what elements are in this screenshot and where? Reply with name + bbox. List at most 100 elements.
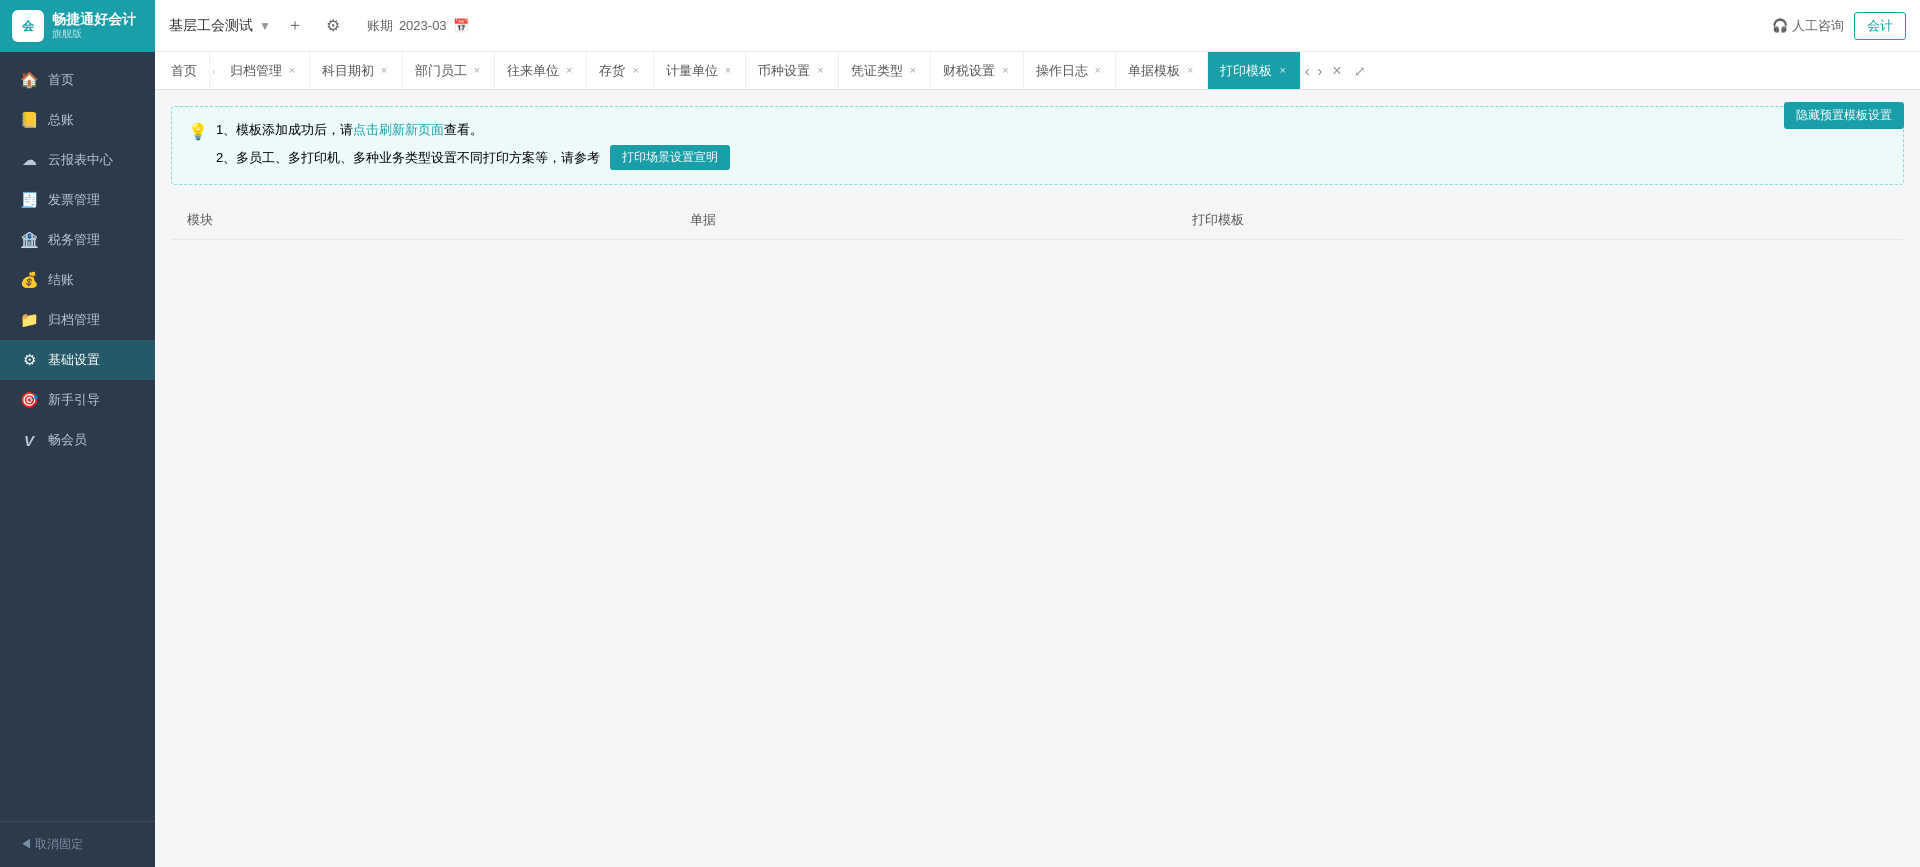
tab-label: 计量单位 (666, 62, 718, 80)
table-header-row: 模块 单据 打印模板 (171, 201, 1904, 240)
notice-line2-wrap: 2、多员工、多打印机、多种业务类型设置不同打印方案等，请参考 打印场景设置宣明 (216, 145, 730, 170)
tab-tax-settings[interactable]: 财税设置 × (931, 52, 1023, 90)
account-button[interactable]: 会计 (1854, 12, 1906, 40)
logo-area: 会 畅捷通好会计 旗舰版 (0, 0, 155, 52)
app-name: 畅捷通好会计 (52, 11, 136, 28)
customer-service-label: 人工咨询 (1792, 17, 1844, 35)
home-icon: 🏠 (20, 71, 38, 89)
tab-print-template[interactable]: 打印模板 × (1208, 52, 1300, 90)
tab-next-button[interactable]: › (1314, 52, 1327, 90)
tab-close-icon[interactable]: × (1185, 64, 1195, 77)
tab-voucher-type[interactable]: 凭证类型 × (839, 52, 931, 90)
sidebar-item-basic-settings[interactable]: ⚙ 基础设置 (0, 340, 155, 380)
tab-label: 币种设置 (758, 62, 810, 80)
tab-currency[interactable]: 币种设置 × (746, 52, 838, 90)
period-info: 账期 2023-03 📅 (367, 17, 469, 35)
content-inner: 隐藏预置模板设置 💡 1、模板添加成功后，请点击刷新新页面查看。 2、多员工、多… (155, 90, 1920, 256)
sidebar-item-archive[interactable]: 📁 归档管理 (0, 300, 155, 340)
table-head: 模块 单据 打印模板 (171, 201, 1904, 240)
tab-label: 归档管理 (230, 62, 282, 80)
sidebar-item-label: 新手引导 (48, 391, 100, 409)
tab-close-icon[interactable]: × (472, 64, 482, 77)
tab-label: 存货 (599, 62, 625, 80)
tab-close-icon[interactable]: × (287, 64, 297, 77)
sidebar-item-label: 云报表中心 (48, 151, 113, 169)
tab-unit[interactable]: 计量单位 × (654, 52, 746, 90)
tab-close-icon[interactable]: × (815, 64, 825, 77)
tab-prev-button[interactable]: ‹ (1301, 52, 1314, 90)
sidebar-item-cloud-reports[interactable]: ☁ 云报表中心 (0, 140, 155, 180)
tab-home[interactable]: 首页 (159, 52, 210, 90)
company-selector[interactable]: 基层工会测试 ▼ (169, 17, 271, 35)
company-name: 基层工会测试 (169, 17, 253, 35)
bulb-icon: 💡 (188, 122, 208, 141)
unpin-label: ◀ 取消固定 (20, 836, 83, 853)
sidebar-item-label: 首页 (48, 71, 74, 89)
hide-preview-btn[interactable]: 隐藏预置模板设置 (1784, 102, 1904, 129)
archive-icon: 📁 (20, 311, 38, 329)
tab-archive[interactable]: 归档管理 × (218, 52, 310, 90)
tab-voucher-template[interactable]: 单据模板 × (1116, 52, 1208, 90)
calendar-icon: 📅 (453, 18, 469, 33)
tab-label: 首页 (171, 62, 197, 80)
sidebar-item-label: 畅会员 (48, 431, 87, 449)
data-table: 模块 单据 打印模板 (171, 201, 1904, 240)
tab-close-icon[interactable]: × (379, 64, 389, 77)
period-label: 账期 (367, 17, 393, 35)
breadcrumb-separator: ‹ (210, 65, 218, 77)
tab-close-icon[interactable]: × (723, 64, 733, 77)
sidebar-item-label: 结账 (48, 271, 74, 289)
sidebar-item-label: 税务管理 (48, 231, 100, 249)
headset-icon: 🎧 (1772, 18, 1788, 33)
settings-button[interactable]: ⚙ (319, 12, 347, 40)
tab-label: 凭证类型 (851, 62, 903, 80)
sidebar-item-checkout[interactable]: 💰 结账 (0, 260, 155, 300)
tab-label: 操作日志 (1036, 62, 1088, 80)
add-tab-button[interactable]: ＋ (281, 12, 309, 40)
sidebar-item-home[interactable]: 🏠 首页 (0, 60, 155, 100)
sidebar: 会 畅捷通好会计 旗舰版 🏠 首页 📒 总账 ☁ 云报表中心 🧾 发票管理 🏦 … (0, 0, 155, 867)
tab-close-icon[interactable]: × (908, 64, 918, 77)
tab-subject-init[interactable]: 科目期初 × (310, 52, 402, 90)
tab-nav-buttons: ‹ › × ⤢ (1301, 52, 1372, 90)
col-voucher: 单据 (674, 201, 1177, 240)
tab-counterparty[interactable]: 往来单位 × (495, 52, 587, 90)
sidebar-item-label: 归档管理 (48, 311, 100, 329)
sidebar-item-guide[interactable]: 🎯 新手引导 (0, 380, 155, 420)
invoice-icon: 🧾 (20, 191, 38, 209)
tab-label: 单据模板 (1128, 62, 1180, 80)
sidebar-item-member[interactable]: V 畅会员 (0, 420, 155, 460)
notice-suffix: 查看。 (444, 122, 483, 137)
explain-btn[interactable]: 打印场景设置宣明 (610, 145, 730, 170)
tab-label: 财税设置 (943, 62, 995, 80)
sidebar-item-ledger[interactable]: 📒 总账 (0, 100, 155, 140)
main-area: 基层工会测试 ▼ ＋ ⚙ 账期 2023-03 📅 🎧 人工咨询 会计 首页 ‹… (155, 0, 1920, 867)
settings-icon: ⚙ (20, 351, 38, 369)
guide-icon: 🎯 (20, 391, 38, 409)
header-right: 🎧 人工咨询 会计 (1772, 12, 1906, 40)
sidebar-nav: 🏠 首页 📒 总账 ☁ 云报表中心 🧾 发票管理 🏦 税务管理 💰 结账 📁 归… (0, 52, 155, 821)
content-area: 隐藏预置模板设置 💡 1、模板添加成功后，请点击刷新新页面查看。 2、多员工、多… (155, 90, 1920, 867)
tab-close-icon[interactable]: × (564, 64, 574, 77)
tab-department[interactable]: 部门员工 × (403, 52, 495, 90)
data-table-wrap: 模块 单据 打印模板 (171, 201, 1904, 240)
notice-line2: 2、多员工、多打印机、多种业务类型设置不同打印方案等，请参考 (216, 149, 600, 167)
tab-operation-log[interactable]: 操作日志 × (1024, 52, 1116, 90)
tab-close-icon[interactable]: × (1277, 64, 1287, 77)
col-module: 模块 (171, 201, 674, 240)
tab-close-all-button[interactable]: × (1326, 52, 1347, 90)
unpin-button[interactable]: ◀ 取消固定 (0, 821, 155, 867)
sidebar-item-invoice[interactable]: 🧾 发票管理 (0, 180, 155, 220)
tab-close-icon[interactable]: × (1093, 64, 1103, 77)
tab-close-icon[interactable]: × (630, 64, 640, 77)
customer-service-btn[interactable]: 🎧 人工咨询 (1772, 17, 1844, 35)
ledger-icon: 📒 (20, 111, 38, 129)
sidebar-item-label: 总账 (48, 111, 74, 129)
sidebar-item-tax[interactable]: 🏦 税务管理 (0, 220, 155, 260)
tab-expand-button[interactable]: ⤢ (1348, 52, 1372, 90)
tab-label: 打印模板 (1220, 62, 1272, 80)
notice-link[interactable]: 点击刷新新页面 (353, 122, 444, 137)
tab-close-icon[interactable]: × (1000, 64, 1010, 77)
period-value: 2023-03 (399, 18, 447, 33)
tab-inventory[interactable]: 存货 × (587, 52, 653, 90)
